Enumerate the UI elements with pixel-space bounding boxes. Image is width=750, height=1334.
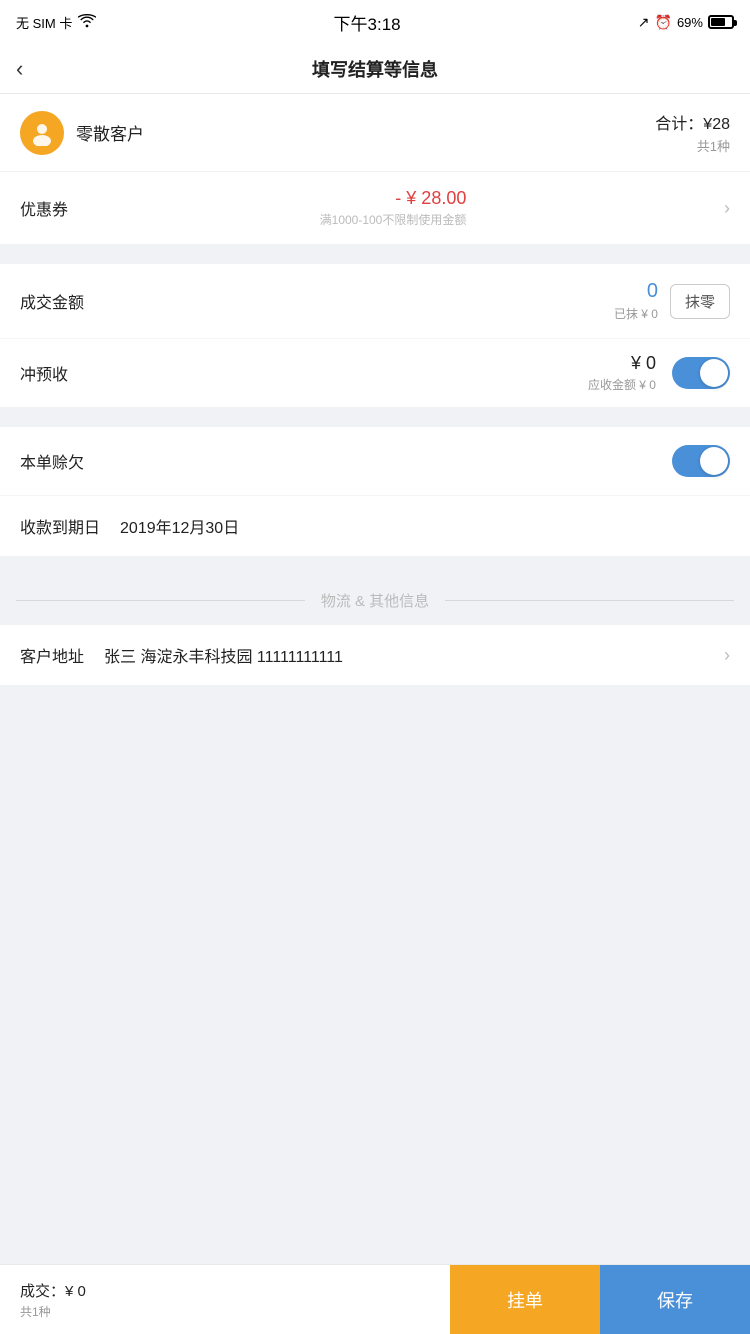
separator-2 (0, 417, 750, 427)
wifi-icon (78, 14, 96, 31)
separator-4 (0, 685, 750, 695)
status-right: ↗ ⏰ 69% (638, 14, 734, 31)
status-time: 下午3:18 (334, 10, 401, 35)
coupon-label: 优惠券 (20, 196, 68, 220)
alarm-icon: ⏰ (655, 14, 672, 31)
coupon-row[interactable]: 优惠券 - ¥ 28.00 满1000-100不限制使用金额 › (0, 171, 750, 244)
customer-row: 零散客户 合计：¥28 共1种 (0, 94, 750, 171)
due-date-value[interactable]: 2019年12月30日 (120, 514, 239, 538)
nav-bar: ‹ 填写结算等信息 (0, 44, 750, 94)
address-value: 张三 海淀永丰科技园 11111111111 (104, 643, 724, 667)
coupon-chevron-icon: › (724, 198, 730, 219)
debt-label: 本单赊欠 (20, 449, 84, 473)
deal-amount-label: 成交金额 (20, 289, 84, 313)
logistics-line-left (16, 600, 305, 601)
carrier-text: 无 SIM 卡 (16, 13, 72, 32)
advance-toggle-knob (700, 359, 728, 387)
advance-amount: ¥ 0 应收金额 ¥ 0 (588, 353, 656, 393)
empty-space (0, 695, 750, 895)
debt-toggle-knob (700, 447, 728, 475)
coupon-right: - ¥ 28.00 满1000-100不限制使用金额 (320, 188, 467, 228)
deal-amount-area: 0 已抹 ¥ 0 (614, 280, 658, 322)
bottom-count: 共1种 (20, 1303, 430, 1320)
bottom-info: 成交：¥ 0 共1种 (0, 1265, 450, 1334)
deal-amount-row: 成交金额 0 已抹 ¥ 0 抹零 (0, 264, 750, 339)
location-icon: ↗ (638, 14, 650, 31)
debt-row: 本单赊欠 (0, 427, 750, 495)
address-row[interactable]: 客户地址 张三 海淀永丰科技园 11111111111 › (0, 625, 750, 685)
deal-amount-value[interactable]: 0 (614, 280, 658, 303)
customer-left: 零散客户 (20, 111, 144, 155)
coupon-description: 满1000-100不限制使用金额 (320, 211, 467, 228)
bottom-deal-value: ¥ 0 (65, 1283, 86, 1300)
debt-toggle[interactable] (672, 445, 730, 477)
status-left: 无 SIM 卡 (16, 13, 96, 32)
advance-label: 冲预收 (20, 361, 68, 385)
battery-icon (708, 15, 734, 29)
customer-name: 零散客户 (76, 120, 144, 145)
advance-sub: 应收金额 ¥ 0 (588, 376, 656, 393)
bottom-deal-amount: 成交：¥ 0 (20, 1280, 430, 1301)
back-button[interactable]: ‹ (16, 56, 23, 82)
page-title: 填写结算等信息 (312, 56, 438, 82)
bottom-bar: 成交：¥ 0 共1种 挂单 保存 (0, 1264, 750, 1334)
save-button[interactable]: 保存 (600, 1265, 750, 1334)
address-chevron-icon: › (724, 645, 730, 666)
customer-section: 零散客户 合计：¥28 共1种 优惠券 - ¥ 28.00 满1000-100不… (0, 94, 750, 244)
advance-right: ¥ 0 应收金额 ¥ 0 (588, 353, 730, 393)
address-label: 客户地址 (20, 643, 84, 667)
debt-section: 本单赊欠 收款到期日 2019年12月30日 (0, 427, 750, 556)
logistics-line-right (445, 600, 734, 601)
advance-value: ¥ 0 (588, 353, 656, 374)
customer-total: 合计：¥28 共1种 (655, 110, 730, 155)
separator-1 (0, 254, 750, 264)
total-amount: 合计：¥28 (655, 110, 730, 134)
due-date-label: 收款到期日 (20, 514, 100, 538)
advance-toggle[interactable] (672, 357, 730, 389)
coupon-discount: - ¥ 28.00 (320, 188, 467, 209)
pending-button[interactable]: 挂单 (450, 1265, 600, 1334)
due-date-row: 收款到期日 2019年12月30日 (0, 495, 750, 556)
status-bar: 无 SIM 卡 下午3:18 ↗ ⏰ 69% (0, 0, 750, 44)
battery-text: 69% (677, 15, 703, 30)
total-count: 共1种 (655, 136, 730, 155)
logistics-label: 物流 & 其他信息 (321, 590, 429, 611)
logistics-section: 物流 & 其他信息 (0, 576, 750, 625)
avatar (20, 111, 64, 155)
round-off-button[interactable]: 抹零 (670, 284, 730, 319)
bottom-deal-label: 成交： (20, 1283, 65, 1300)
advance-row: 冲预收 ¥ 0 应收金额 ¥ 0 (0, 339, 750, 407)
deal-section: 成交金额 0 已抹 ¥ 0 抹零 冲预收 ¥ 0 应收金额 ¥ 0 (0, 264, 750, 407)
deal-amount-right: 0 已抹 ¥ 0 抹零 (614, 280, 730, 322)
deal-amount-sub: 已抹 ¥ 0 (614, 305, 658, 322)
separator-3 (0, 566, 750, 576)
